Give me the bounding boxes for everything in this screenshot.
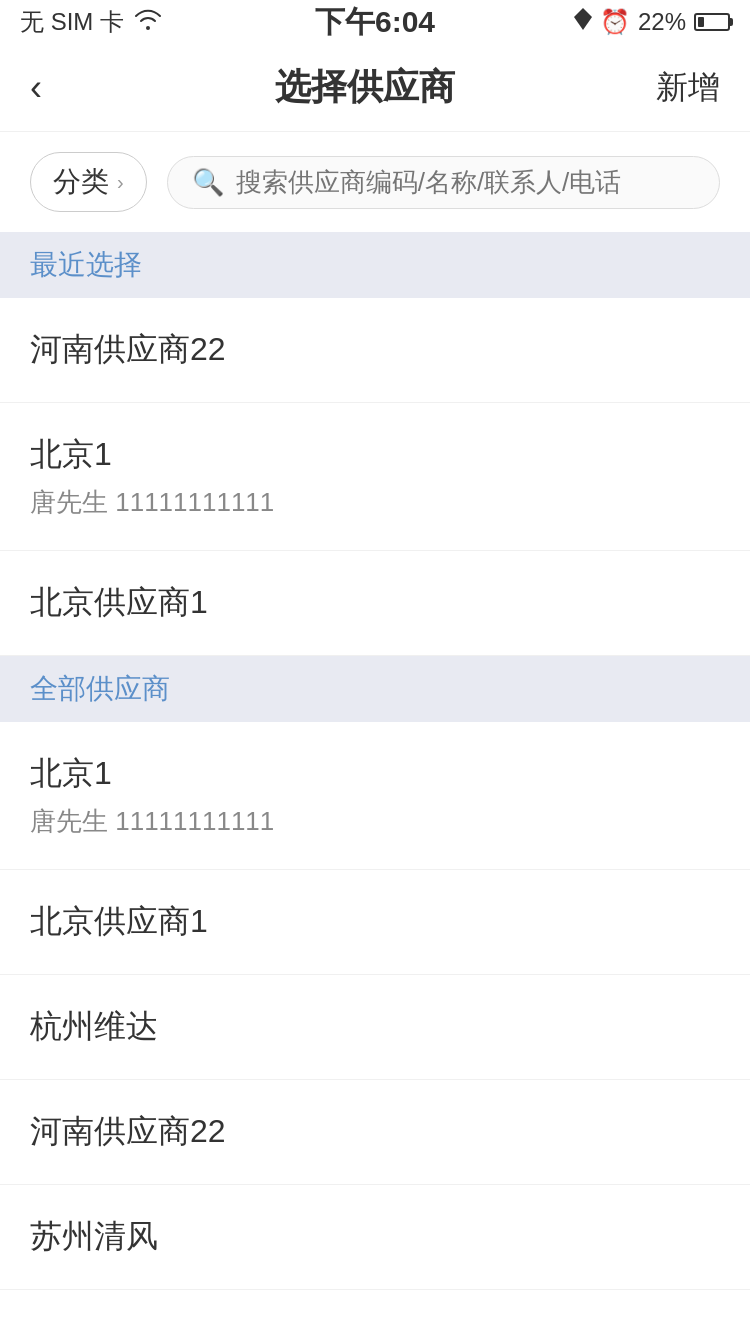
status-bar: 无 SIM 卡 下午6:04 ⏰ 22% [0,0,750,44]
item-name: 北京1 [30,433,720,477]
all-section-header: 全部供应商 [0,656,750,722]
all-list: 北京1 唐先生 11111111111 北京供应商1 杭州维达河南供应商22 苏州清风 [0,722,750,1290]
item-name: 河南供应商22 [30,328,720,372]
list-item[interactable]: 北京供应商1 [0,870,750,975]
back-button[interactable]: ‹ [30,67,90,109]
list-item[interactable]: 杭州维达 [0,975,750,1080]
list-item[interactable]: 北京供应商1 [0,551,750,656]
search-box[interactable]: 🔍 [167,156,720,209]
alarm-icon: ⏰ [600,8,630,36]
carrier-text: 无 SIM 卡 [20,6,124,38]
search-input[interactable] [236,167,695,198]
recent-section-label: 最近选择 [30,249,142,280]
search-icon: 🔍 [192,167,224,198]
recent-list: 河南供应商22 北京1 唐先生 11111111111 北京供应商1 [0,298,750,656]
item-sub: 唐先生 11111111111 [30,485,720,520]
recent-section-header: 最近选择 [0,232,750,298]
item-name: 河南供应商22 [30,1110,720,1154]
list-item[interactable]: 苏州清风 [0,1185,750,1290]
item-name: 苏州清风 [30,1215,720,1259]
item-name: 北京供应商1 [30,581,720,625]
nav-bar: ‹ 选择供应商 新增 [0,44,750,132]
list-item[interactable]: 北京1 唐先生 11111111111 [0,722,750,870]
location-icon [574,8,592,36]
item-sub: 唐先生 11111111111 [30,804,720,839]
wifi-icon [134,8,162,36]
item-name: 杭州维达 [30,1005,720,1049]
page-title: 选择供应商 [90,63,640,112]
all-section-label: 全部供应商 [30,673,170,704]
status-time: 下午6:04 [315,2,435,43]
item-name: 北京供应商1 [30,900,720,944]
item-name: 北京1 [30,752,720,796]
battery-percent: 22% [638,8,686,36]
battery-icon [694,13,730,31]
status-left: 无 SIM 卡 [20,6,162,38]
add-button[interactable]: 新增 [640,66,720,110]
filter-bar: 分类 › 🔍 [0,132,750,232]
list-item[interactable]: 河南供应商22 [0,298,750,403]
list-item[interactable]: 北京1 唐先生 11111111111 [0,403,750,551]
list-item[interactable]: 河南供应商22 [0,1080,750,1185]
category-label: 分类 [53,163,109,201]
chevron-right-icon: › [117,171,124,194]
status-right: ⏰ 22% [574,8,730,36]
category-filter-button[interactable]: 分类 › [30,152,147,212]
